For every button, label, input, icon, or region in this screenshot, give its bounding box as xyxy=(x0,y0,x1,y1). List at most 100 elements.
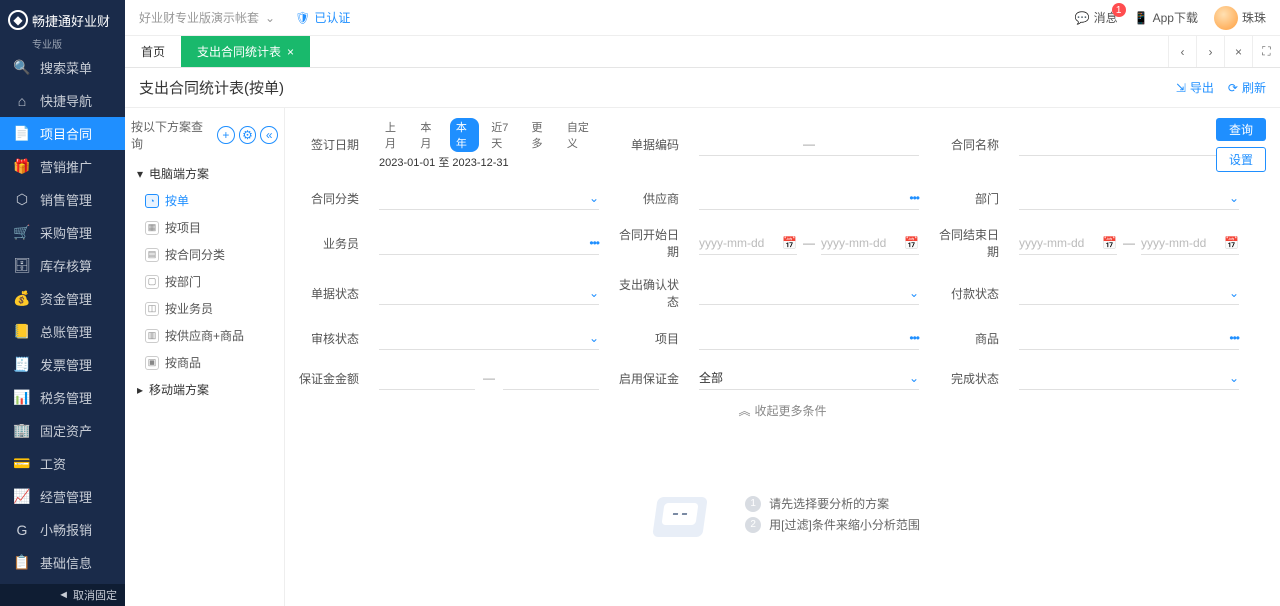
shield-icon: 🛡 xyxy=(295,11,310,25)
scheme-item-5[interactable]: ▥按供应商+商品 xyxy=(131,322,278,349)
label-deposit: 保证金金额 xyxy=(299,370,359,387)
nav-item-15[interactable]: 📋基础信息 xyxy=(0,546,125,579)
nav-item-7[interactable]: 💰资金管理 xyxy=(0,282,125,315)
nav-item-3[interactable]: 🎁营销推广 xyxy=(0,150,125,183)
date-chip-2[interactable]: 本年 xyxy=(450,118,479,152)
nav-item-2[interactable]: 📄 项目合同 xyxy=(0,117,125,150)
scheme-group-desktop[interactable]: ▾电脑端方案 xyxy=(131,160,278,187)
refresh-button[interactable]: ⟳刷新 xyxy=(1228,79,1266,96)
nav-item-0[interactable]: 🔍搜索菜单 xyxy=(0,51,125,84)
nav-item-13[interactable]: 📈经营管理 xyxy=(0,480,125,513)
query-button[interactable]: 查询 xyxy=(1216,118,1266,141)
lookup-project[interactable]: ••• xyxy=(699,326,919,350)
label-project: 项目 xyxy=(619,330,679,347)
select-pay-status[interactable]: ⌄ xyxy=(1019,281,1239,305)
nav-item-14[interactable]: G小畅报销 xyxy=(0,513,125,546)
end-date-range[interactable]: yyyy-mm-dd📅 — yyyy-mm-dd📅 xyxy=(1019,231,1239,255)
tab-active[interactable]: 支出合同统计表 × xyxy=(181,36,310,67)
more-icon: ••• xyxy=(909,191,919,205)
user-menu[interactable]: 珠珠 xyxy=(1214,6,1266,30)
nav-label: 项目合同 xyxy=(40,124,92,143)
lookup-salesman[interactable]: ••• xyxy=(379,231,599,255)
chat-icon: 💬 xyxy=(1075,11,1090,25)
tab-fullscreen[interactable]: ⛶ xyxy=(1252,36,1280,67)
deposit-range[interactable]: — xyxy=(379,366,599,390)
input-contract-name[interactable] xyxy=(1019,132,1239,156)
settings-button[interactable]: 设置 xyxy=(1216,147,1266,172)
scheme-item-0[interactable]: ◔按单 xyxy=(131,187,278,214)
scheme-settings[interactable]: ⚙ xyxy=(239,126,257,144)
phone-icon: 📱 xyxy=(1134,11,1149,25)
label-enable-deposit: 启用保证金 xyxy=(619,370,679,387)
nav-item-4[interactable]: ⬡销售管理 xyxy=(0,183,125,216)
scheme-item-3[interactable]: ▢按部门 xyxy=(131,268,278,295)
nav-item-9[interactable]: 🧾发票管理 xyxy=(0,348,125,381)
scheme-item-2[interactable]: ▤按合同分类 xyxy=(131,241,278,268)
collapse-filters[interactable]: ︽ 收起更多条件 xyxy=(299,402,1266,419)
messages-button[interactable]: 💬 消息 1 xyxy=(1075,9,1118,26)
tab-prev[interactable]: ‹ xyxy=(1168,36,1196,67)
brand-logo: ◆ 畅捷通好业财 xyxy=(0,0,125,40)
nav-icon: 🛒 xyxy=(14,225,30,241)
label-complete-status: 完成状态 xyxy=(939,370,999,387)
app-download-button[interactable]: 📱 App下载 xyxy=(1134,9,1198,26)
brand-edition: 专业版 xyxy=(0,36,125,51)
start-date-range[interactable]: yyyy-mm-dd📅 — yyyy-mm-dd📅 xyxy=(699,231,919,255)
tab-close-all[interactable]: × xyxy=(1224,36,1252,67)
nav-item-6[interactable]: 🗄库存核算 xyxy=(0,249,125,282)
tab-home[interactable]: 首页 xyxy=(125,36,181,67)
scheme-item-6[interactable]: ▣按商品 xyxy=(131,349,278,376)
refresh-icon: ⟳ xyxy=(1228,81,1238,95)
select-enable-deposit[interactable]: 全部⌄ xyxy=(699,366,919,390)
env-selector[interactable]: 好业财专业版演示帐套 ⌄ xyxy=(139,9,275,26)
date-chip-4[interactable]: 更多 xyxy=(525,118,554,152)
nav-item-5[interactable]: 🛒采购管理 xyxy=(0,216,125,249)
scheme-item-1[interactable]: ▦按项目 xyxy=(131,214,278,241)
date-chip-0[interactable]: 上月 xyxy=(379,118,408,152)
tip-2: 用[过滤]条件来缩小分析范围 xyxy=(769,516,920,533)
select-complete-status[interactable]: ⌄ xyxy=(1019,366,1239,390)
more-icon: ••• xyxy=(1229,331,1239,345)
input-bill-code[interactable]: — xyxy=(699,132,919,156)
nav-item-8[interactable]: 📒总账管理 xyxy=(0,315,125,348)
nav-item-11[interactable]: 🏢固定资产 xyxy=(0,414,125,447)
calendar-icon: 📅 xyxy=(782,236,797,250)
nav-item-10[interactable]: 📊税务管理 xyxy=(0,381,125,414)
date-chip-5[interactable]: 自定义 xyxy=(561,118,599,152)
nav-label: 基础信息 xyxy=(40,553,92,572)
tip-1: 请先选择要分析的方案 xyxy=(769,495,889,512)
chevron-down-icon: ⌄ xyxy=(909,371,919,385)
date-range-text: 2023-01-01 至 2023-12-31 xyxy=(379,154,599,170)
calendar-icon: 📅 xyxy=(1102,236,1117,250)
pin-label: 取消固定 xyxy=(73,587,117,603)
lookup-supplier[interactable]: ••• xyxy=(699,186,919,210)
lookup-product[interactable]: ••• xyxy=(1019,326,1239,350)
scheme-group-mobile[interactable]: ▸移动端方案 xyxy=(131,376,278,403)
scheme-collapse[interactable]: « xyxy=(260,126,278,144)
sign-date-picker[interactable]: 上月本月本年近7天更多自定义 2023-01-01 至 2023-12-31 xyxy=(379,118,599,170)
scheme-item-icon: ◔ xyxy=(145,194,159,208)
nav-icon: 📄 xyxy=(14,126,30,142)
step-1-badge: 1 xyxy=(745,496,761,512)
select-audit-status[interactable]: ⌄ xyxy=(379,326,599,350)
nav-icon: 🏢 xyxy=(14,423,30,439)
pin-toggle[interactable]: ◄ 取消固定 xyxy=(0,584,125,606)
tab-next[interactable]: › xyxy=(1196,36,1224,67)
scheme-item-4[interactable]: ◫按业务员 xyxy=(131,295,278,322)
date-chip-1[interactable]: 本月 xyxy=(414,118,443,152)
select-confirm-status[interactable]: ⌄ xyxy=(699,281,919,305)
scheme-add[interactable]: + xyxy=(217,126,235,144)
select-bill-status[interactable]: ⌄ xyxy=(379,281,599,305)
nav-label: 总账管理 xyxy=(40,322,92,341)
nav-item-12[interactable]: 💳工资 xyxy=(0,447,125,480)
brand-icon: ◆ xyxy=(8,10,28,30)
date-chip-3[interactable]: 近7天 xyxy=(485,118,519,152)
nav-icon: ⌂ xyxy=(14,93,30,109)
nav-item-1[interactable]: ⌂快捷导航 xyxy=(0,84,125,117)
select-contract-cat[interactable]: ⌄ xyxy=(379,186,599,210)
chevron-down-icon: ⌄ xyxy=(1229,371,1239,385)
nav-icon: ⬡ xyxy=(14,192,30,208)
export-button[interactable]: ⇲导出 xyxy=(1176,79,1214,96)
select-dept[interactable]: ⌄ xyxy=(1019,186,1239,210)
close-icon[interactable]: × xyxy=(287,45,294,59)
